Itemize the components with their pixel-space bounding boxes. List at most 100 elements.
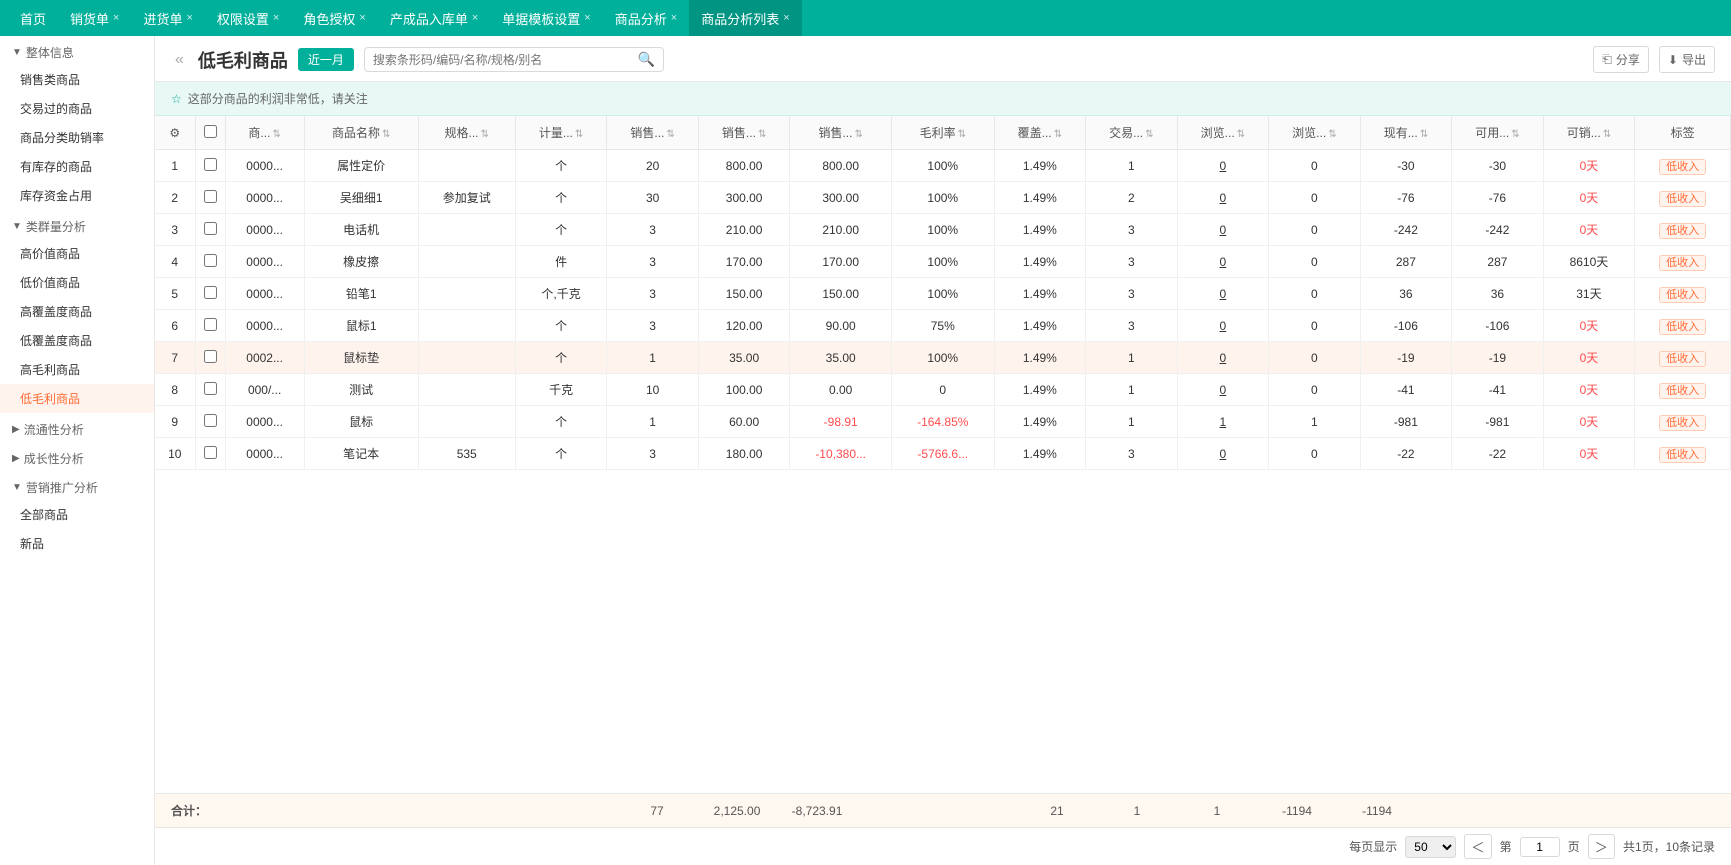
sidebar-group-cluster[interactable]: ▼ 类群量分析: [0, 210, 154, 239]
next-page-btn[interactable]: ＞: [1588, 834, 1615, 859]
page-input[interactable]: [1520, 837, 1560, 857]
cell-check[interactable]: [195, 438, 225, 470]
cell-saleable: 0天: [1543, 406, 1635, 438]
row-checkbox[interactable]: [204, 254, 217, 267]
sidebar-group-growth[interactable]: ▶ 成长性分析: [0, 442, 154, 471]
sidebar-item-traded-products[interactable]: 交易过的商品: [0, 94, 154, 123]
nav-template-settings[interactable]: 单据模板设置 ×: [490, 0, 602, 36]
nav-permission-settings[interactable]: 权限设置 ×: [205, 0, 291, 36]
sidebar-item-in-stock[interactable]: 有库存的商品: [0, 152, 154, 181]
footer-cells: 77 2,125.00 -8,723.91 21 1 1 -1194 -1194: [227, 804, 1715, 818]
sidebar-group-marketing[interactable]: ▼ 营销推广分析: [0, 471, 154, 500]
close-icon[interactable]: ×: [472, 12, 478, 24]
close-icon[interactable]: ×: [273, 12, 279, 24]
close-icon[interactable]: ×: [359, 12, 365, 24]
row-checkbox[interactable]: [204, 350, 217, 363]
cell-browse1[interactable]: 0: [1177, 438, 1269, 470]
nav-product-analysis-list[interactable]: 商品分析列表 ×: [689, 0, 801, 36]
sidebar-item-category-rate[interactable]: 商品分类助销率: [0, 123, 154, 152]
cell-browse1[interactable]: 0: [1177, 214, 1269, 246]
row-checkbox[interactable]: [204, 222, 217, 235]
sidebar-group-circulation[interactable]: ▶ 流通性分析: [0, 413, 154, 442]
search-icon[interactable]: 🔍: [637, 51, 654, 68]
cell-num: 10: [155, 438, 195, 470]
cell-browse1[interactable]: 0: [1177, 342, 1269, 374]
cell-saleable: 0天: [1543, 342, 1635, 374]
cell-browse1[interactable]: 1: [1177, 406, 1269, 438]
filter-recent-month-btn[interactable]: 近一月: [298, 48, 354, 71]
cell-current-stock: -242: [1360, 214, 1452, 246]
row-checkbox[interactable]: [204, 286, 217, 299]
cell-browse1[interactable]: 0: [1177, 374, 1269, 406]
cell-sales-qty: 1: [607, 342, 699, 374]
cell-browse1[interactable]: 0: [1177, 246, 1269, 278]
cell-check[interactable]: [195, 374, 225, 406]
row-checkbox[interactable]: [204, 414, 217, 427]
export-btn[interactable]: ⬇ 导出: [1659, 46, 1715, 73]
cell-name: 橡皮擦: [304, 246, 418, 278]
nav-purchase-order[interactable]: 进货单 ×: [131, 0, 204, 36]
cell-browse1[interactable]: 0: [1177, 150, 1269, 182]
cell-browse2: 0: [1269, 150, 1361, 182]
cell-check[interactable]: [195, 278, 225, 310]
sidebar-group-overall[interactable]: ▼ 整体信息: [0, 36, 154, 65]
row-checkbox[interactable]: [204, 190, 217, 203]
cell-sales-qty: 20: [607, 150, 699, 182]
close-icon[interactable]: ×: [584, 12, 590, 24]
row-checkbox[interactable]: [204, 318, 217, 331]
cell-coverage: 1.49%: [994, 342, 1086, 374]
cell-browse1[interactable]: 0: [1177, 310, 1269, 342]
cell-check[interactable]: [195, 182, 225, 214]
share-btn[interactable]: ⎗ 分享: [1593, 46, 1649, 73]
cell-spec: [418, 278, 515, 310]
th-sales-qty: 销售...⇅: [607, 116, 699, 150]
cell-browse1[interactable]: 0: [1177, 278, 1269, 310]
cell-check[interactable]: [195, 406, 225, 438]
sidebar-item-low-value[interactable]: 低价值商品: [0, 268, 154, 297]
close-icon[interactable]: ×: [113, 12, 119, 24]
nav-role-auth[interactable]: 角色授权 ×: [291, 0, 377, 36]
share-icon: ⎗: [1602, 52, 1612, 67]
th-settings[interactable]: ⚙: [155, 116, 195, 150]
sidebar-item-low-coverage[interactable]: 低覆盖度商品: [0, 326, 154, 355]
per-page-select[interactable]: 50 20 100: [1405, 836, 1456, 858]
cell-code: 0000...: [225, 310, 304, 342]
cell-tag: 低收入: [1635, 310, 1731, 342]
cell-browse1[interactable]: 0: [1177, 182, 1269, 214]
collapse-sidebar-btn[interactable]: «: [171, 51, 188, 69]
sidebar-item-high-value[interactable]: 高价值商品: [0, 239, 154, 268]
row-checkbox[interactable]: [204, 446, 217, 459]
sidebar-item-high-coverage[interactable]: 高覆盖度商品: [0, 297, 154, 326]
cell-sales-amount: 150.00: [790, 278, 892, 310]
nav-home[interactable]: 首页: [8, 0, 58, 36]
cell-browse2: 0: [1269, 374, 1361, 406]
row-checkbox[interactable]: [204, 158, 217, 171]
cell-code: 000/...: [225, 374, 304, 406]
cell-available: -76: [1452, 182, 1544, 214]
cell-check[interactable]: [195, 342, 225, 374]
sidebar-item-sales-products[interactable]: 销售类商品: [0, 65, 154, 94]
sidebar-item-stock-capital[interactable]: 库存资金占用: [0, 181, 154, 210]
nav-sales-order[interactable]: 销货单 ×: [58, 0, 131, 36]
sidebar-item-low-margin[interactable]: 低毛利商品: [0, 384, 154, 413]
sidebar-item-new-products[interactable]: 新品: [0, 529, 154, 558]
close-icon[interactable]: ×: [186, 12, 192, 24]
select-all-checkbox[interactable]: [204, 125, 217, 138]
cell-check[interactable]: [195, 246, 225, 278]
close-icon[interactable]: ×: [783, 12, 789, 24]
cell-check[interactable]: [195, 310, 225, 342]
sidebar-item-high-margin[interactable]: 高毛利商品: [0, 355, 154, 384]
cell-check[interactable]: [195, 214, 225, 246]
search-input[interactable]: [373, 53, 638, 67]
th-checkbox[interactable]: [195, 116, 225, 150]
nav-finished-goods[interactable]: 产成品入库单 ×: [378, 0, 490, 36]
nav-product-analysis[interactable]: 商品分析 ×: [603, 0, 689, 36]
cell-check[interactable]: [195, 150, 225, 182]
close-icon[interactable]: ×: [671, 12, 677, 24]
cell-unit: 件: [515, 246, 607, 278]
row-checkbox[interactable]: [204, 382, 217, 395]
sidebar-item-all-products[interactable]: 全部商品: [0, 500, 154, 529]
prev-page-btn[interactable]: ＜: [1464, 834, 1491, 859]
cell-sales-qty: 3: [607, 214, 699, 246]
total-records: 共1页，10条记录: [1623, 838, 1715, 855]
